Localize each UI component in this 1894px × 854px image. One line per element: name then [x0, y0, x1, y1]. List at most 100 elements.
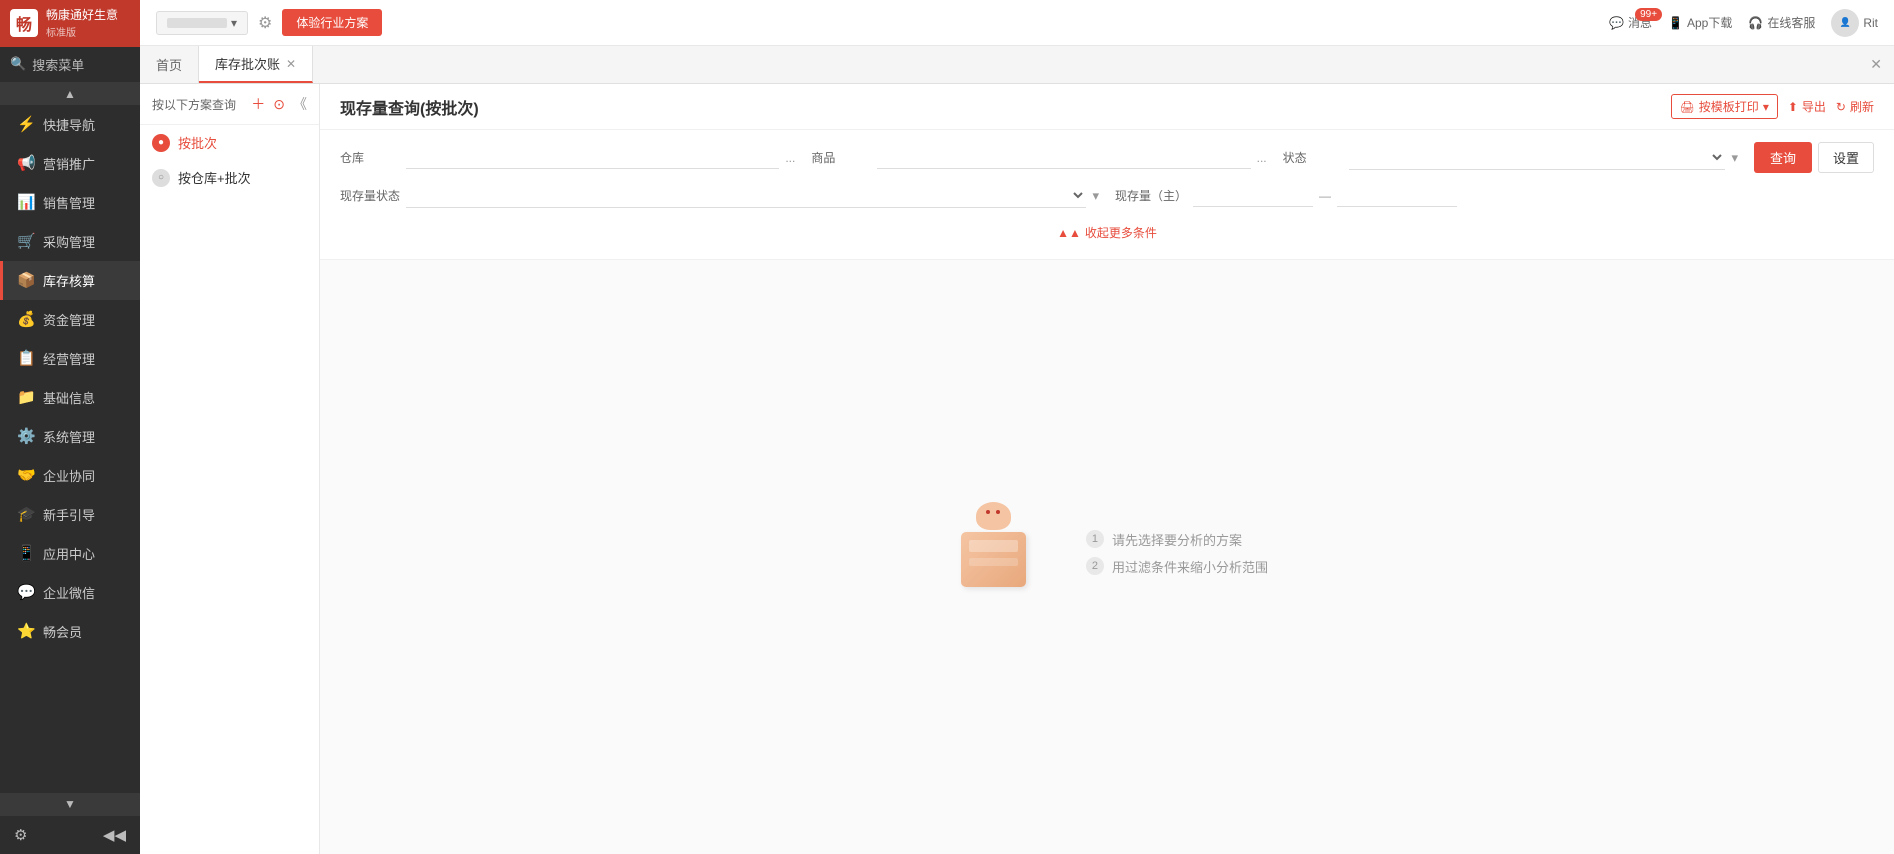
module-selector-text [167, 18, 227, 28]
status-filter-select[interactable] [1349, 145, 1726, 170]
avatar: 👤 [1831, 9, 1859, 37]
goods-filter-label: 商品 [811, 149, 871, 166]
sidebar-item-member[interactable]: ⭐ 畅会员 [0, 612, 140, 651]
sidebar-item-basic[interactable]: 📁 基础信息 [0, 378, 140, 417]
app-logo: 畅 [10, 9, 38, 37]
user-profile[interactable]: 👤 Rit [1831, 9, 1878, 37]
experience-button[interactable]: 体验行业方案 [282, 9, 382, 36]
finance-icon: 💰 [17, 310, 35, 328]
inventory-status-label: 现存量状态 [340, 187, 400, 204]
sidebar-item-sales[interactable]: 📊 销售管理 [0, 183, 140, 222]
refresh-button[interactable]: ↻ 刷新 [1836, 98, 1874, 115]
collapse-more-button[interactable]: ▲▲ 收起更多条件 [340, 218, 1874, 247]
sidebar-item-purchase[interactable]: 🛒 采购管理 [0, 222, 140, 261]
filter-row-1: 仓库 ... 商品 ... 状态 ▾ [340, 142, 1874, 173]
main-area: ▾ ⚙ 体验行业方案 💬 消息 99+ 📱 App下载 🎧 在线客服 👤 [140, 0, 1894, 854]
empty-hint-2: 2 用过滤条件来缩小分析范围 [1086, 557, 1268, 576]
print-label: 按模板打印 [1699, 98, 1759, 115]
collapse-up-icon: ▲▲ [1057, 226, 1081, 240]
tab-inventory-batch[interactable]: 库存批次账 ✕ [199, 46, 313, 83]
sidebar: 畅 畅康通好生意 标准版 🔍 搜索菜单 ▲ ⚡ 快捷导航 📢 营销推广 📊 销售… [0, 0, 140, 854]
settings-plan-icon[interactable]: ⊙ [273, 96, 285, 113]
gear-icon[interactable]: ⚙ [258, 13, 272, 33]
settings-footer-icon[interactable]: ⚙ [14, 826, 27, 844]
tab-inventory-batch-label: 库存批次账 [215, 54, 280, 73]
avatar-text: 👤 [1840, 17, 1851, 28]
marketing-label: 营销推广 [43, 154, 95, 173]
topbar-left: ▾ ⚙ 体验行业方案 [156, 9, 382, 36]
settings-button[interactable]: 设置 [1818, 142, 1874, 173]
topbar: ▾ ⚙ 体验行业方案 💬 消息 99+ 📱 App下载 🎧 在线客服 👤 [140, 0, 1894, 46]
messages-button[interactable]: 💬 消息 99+ [1609, 14, 1652, 31]
collapse-panel-icon[interactable]: 《 [293, 94, 307, 114]
sidebar-item-finance[interactable]: 💰 资金管理 [0, 300, 140, 339]
mobile-icon: 📱 [1668, 16, 1683, 30]
empty-state: 1 请先选择要分析的方案 2 用过滤条件来缩小分析范围 [320, 260, 1894, 854]
sidebar-footer: ⚙ ◀◀ [0, 815, 140, 854]
inventory-qty-min-input[interactable] [1193, 184, 1313, 207]
sidebar-item-system[interactable]: ⚙️ 系统管理 [0, 417, 140, 456]
right-content: 现存量查询(按批次) 🖨 按模板打印 ▾ ⬆ 导出 ↻ 刷新 [320, 84, 1894, 854]
goods-more-icon[interactable]: ... [1257, 151, 1267, 165]
hint-text-2: 用过滤条件来缩小分析范围 [1112, 557, 1268, 576]
warehouse-more-icon[interactable]: ... [785, 151, 795, 165]
module-selector[interactable]: ▾ [156, 11, 248, 35]
system-label: 系统管理 [43, 427, 95, 446]
search-menu-item[interactable]: 🔍 搜索菜单 [0, 47, 140, 83]
query-button[interactable]: 查询 [1754, 142, 1812, 173]
range-separator: — [1319, 189, 1331, 203]
collapse-sidebar-icon[interactable]: ◀◀ [103, 826, 126, 844]
warehouse-filter-input[interactable] [406, 146, 779, 169]
goods-filter-input[interactable] [877, 146, 1250, 169]
online-service-button[interactable]: 🎧 在线客服 [1748, 14, 1815, 31]
empty-hints: 1 请先选择要分析的方案 2 用过滤条件来缩小分析范围 [1086, 530, 1268, 584]
sidebar-item-operation[interactable]: 📋 经营管理 [0, 339, 140, 378]
sidebar-scroll-up-button[interactable]: ▲ [0, 83, 140, 105]
sales-label: 销售管理 [43, 193, 95, 212]
page-title: 现存量查询(按批次) [340, 95, 479, 119]
sidebar-item-marketing[interactable]: 📢 营销推广 [0, 144, 140, 183]
filter-area: 仓库 ... 商品 ... 状态 ▾ [320, 130, 1894, 260]
purchase-label: 采购管理 [43, 232, 95, 251]
collapse-more-label: 收起更多条件 [1085, 224, 1157, 241]
sidebar-item-wechat[interactable]: 💬 企业微信 [0, 573, 140, 612]
print-button[interactable]: 🖨 按模板打印 ▾ [1671, 94, 1778, 119]
inventory-status-select[interactable] [406, 183, 1086, 208]
tab-home[interactable]: 首页 [140, 46, 199, 83]
warehouse-filter-label: 仓库 [340, 149, 400, 166]
sidebar-item-inventory[interactable]: 📦 库存核算 [0, 261, 140, 300]
message-icon: 💬 [1609, 16, 1624, 30]
inventory-qty-max-input[interactable] [1337, 184, 1457, 207]
inventory-status-filter-group: 现存量状态 ▾ [340, 183, 1099, 208]
user-name: Rit [1863, 16, 1878, 30]
inventory-icon: 📦 [17, 271, 35, 289]
tab-area-close-icon[interactable]: ✕ [1870, 56, 1882, 73]
app-center-label: 应用中心 [43, 544, 95, 563]
service-icon: 🎧 [1748, 16, 1763, 30]
sidebar-item-quick-nav[interactable]: ⚡ 快捷导航 [0, 105, 140, 144]
add-plan-icon[interactable]: ＋ [251, 94, 265, 114]
wechat-label: 企业微信 [43, 583, 95, 602]
refresh-label: 刷新 [1850, 98, 1874, 115]
hint-num-2: 2 [1086, 557, 1104, 575]
sidebar-scroll-down-button[interactable]: ▼ [0, 793, 140, 815]
purchase-icon: 🛒 [17, 232, 35, 250]
sidebar-item-enterprise[interactable]: 🤝 企业协同 [0, 456, 140, 495]
print-dropdown-icon: ▾ [1763, 100, 1769, 114]
sidebar-item-app-center[interactable]: 📱 应用中心 [0, 534, 140, 573]
app-download-button[interactable]: 📱 App下载 [1668, 14, 1732, 31]
chevron-down-icon: ▾ [231, 16, 237, 30]
member-icon: ⭐ [17, 622, 35, 640]
export-button[interactable]: ⬆ 导出 [1788, 98, 1826, 115]
tab-close-icon[interactable]: ✕ [286, 57, 296, 71]
app-subtitle: 标准版 [46, 24, 118, 39]
online-service-label: 在线客服 [1767, 14, 1815, 31]
sidebar-item-newbie[interactable]: 🎓 新手引导 [0, 495, 140, 534]
enterprise-icon: 🤝 [17, 466, 35, 484]
warehouse-filter-group: 仓库 ... [340, 146, 795, 169]
plan-item-by-warehouse-batch[interactable]: ○ 按仓库+批次 [140, 160, 319, 195]
refresh-icon: ↻ [1836, 100, 1846, 114]
inventory-label: 库存核算 [43, 271, 95, 290]
plan-item-by-batch[interactable]: ● 按批次 [140, 125, 319, 160]
basic-label: 基础信息 [43, 388, 95, 407]
